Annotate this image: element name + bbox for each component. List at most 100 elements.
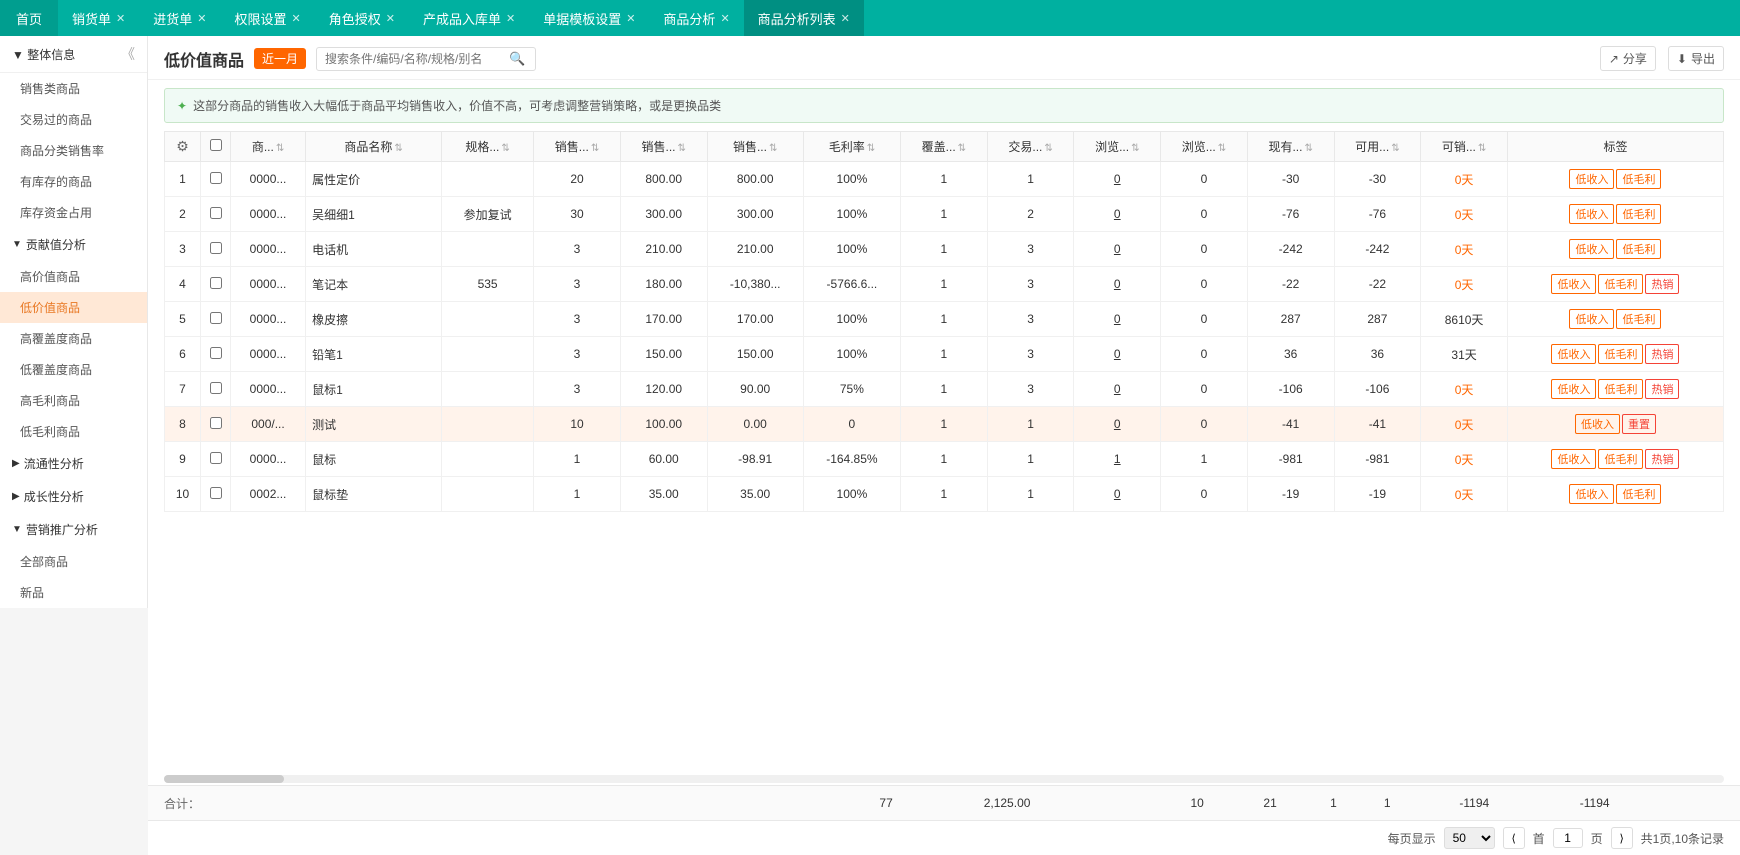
nav-close-icon[interactable]: ✕: [292, 12, 301, 25]
sidebar-item-high-coverage[interactable]: 高覆盖度商品: [0, 323, 147, 354]
nav-product-analysis-list[interactable]: 商品分析列表 ✕: [744, 0, 864, 36]
sidebar-item-new-products[interactable]: 新品: [0, 577, 147, 608]
sidebar-item-all-products[interactable]: 全部商品: [0, 546, 147, 577]
cell-coverage: 1: [901, 442, 988, 477]
select-all-checkbox[interactable]: [210, 139, 222, 151]
sidebar-collapse-btn[interactable]: 《: [121, 44, 135, 64]
footer-label: 合计：: [164, 795, 200, 812]
nav-product-analysis[interactable]: 商品分析 ✕: [649, 0, 743, 36]
per-page-label: 每页显示: [1388, 830, 1436, 847]
cell-tags: 低收入低毛利热销: [1507, 267, 1723, 302]
browse-link[interactable]: 0: [1114, 382, 1121, 396]
nav-close-icon[interactable]: ✕: [386, 12, 395, 25]
row-checkbox[interactable]: [210, 312, 222, 324]
page-input[interactable]: [1553, 828, 1583, 848]
period-badge[interactable]: 近一月: [254, 48, 306, 69]
row-checkbox[interactable]: [210, 452, 222, 464]
horizontal-scrollbar[interactable]: [164, 775, 1724, 783]
sidebar-item-high-value[interactable]: 高价值商品: [0, 261, 147, 292]
sidebar-group-growth-header[interactable]: ▶ 成长性分析: [0, 480, 147, 513]
row-checkbox[interactable]: [210, 382, 222, 394]
content-header-right: ↗ 分享 ⬇ 导出: [1600, 46, 1724, 71]
sidebar-item-stock-capital[interactable]: 库存资金占用: [0, 197, 147, 228]
cell-sale-price: 60.00: [620, 442, 707, 477]
nav-role-auth[interactable]: 角色授权 ✕: [315, 0, 409, 36]
nav-close-icon[interactable]: ✕: [506, 12, 515, 25]
next-page-button[interactable]: ⟩: [1611, 827, 1633, 849]
row-checkbox[interactable]: [210, 417, 222, 429]
nav-close-icon[interactable]: ✕: [116, 12, 125, 25]
cell-code: 0000...: [231, 197, 306, 232]
browse-link[interactable]: 0: [1114, 172, 1121, 186]
nav-item-label: 权限设置: [234, 9, 286, 28]
scrollbar-thumb[interactable]: [164, 775, 284, 783]
browse-link[interactable]: 0: [1114, 207, 1121, 221]
sidebar-item-sales-products[interactable]: 销售类商品: [0, 73, 147, 104]
nav-close-icon[interactable]: ✕: [626, 12, 635, 25]
nav-permission[interactable]: 权限设置 ✕: [220, 0, 314, 36]
cell-available: -981: [1334, 442, 1421, 477]
col-settings[interactable]: ⚙: [165, 132, 201, 162]
browse-link[interactable]: 0: [1114, 242, 1121, 256]
tag: 低毛利: [1616, 484, 1661, 504]
cell-current-stock: -19: [1247, 477, 1334, 512]
data-table: ⚙ 商...⇅ 商品名称⇅ 规格...⇅ 销售...⇅ 销售...⇅ 销售...…: [164, 131, 1724, 512]
first-page-button[interactable]: ⟨: [1503, 827, 1525, 849]
sidebar-item-low-profit[interactable]: 低毛利商品: [0, 416, 147, 447]
cell-sale-amount: -98.91: [707, 442, 803, 477]
sidebar-item-low-value[interactable]: 低价值商品: [0, 292, 147, 323]
row-checkbox[interactable]: [210, 487, 222, 499]
nav-close-icon[interactable]: ✕: [841, 12, 850, 25]
cell-sale-price: 100.00: [620, 407, 707, 442]
sidebar-item-high-profit[interactable]: 高毛利商品: [0, 385, 147, 416]
nav-close-icon[interactable]: ✕: [720, 12, 729, 25]
row-checkbox[interactable]: [210, 347, 222, 359]
settings-icon[interactable]: ⚙: [176, 138, 189, 154]
row-checkbox[interactable]: [210, 277, 222, 289]
cell-browse1: 0: [1074, 372, 1161, 407]
sidebar-group-circulation-header[interactable]: ▶ 流通性分析: [0, 447, 147, 480]
nav-template-settings[interactable]: 单据模板设置 ✕: [529, 0, 649, 36]
share-icon: ↗: [1609, 52, 1619, 66]
nav-sales-order[interactable]: 销货单 ✕: [58, 0, 139, 36]
cell-browse2: 0: [1161, 407, 1248, 442]
tag: 低收入: [1575, 414, 1620, 434]
info-text: 这部分商品的销售收入大幅低于商品平均销售收入，价值不高，可考虑调整营销策略，或是…: [193, 97, 721, 114]
sidebar-group-contribution-header[interactable]: ▼ 贡献值分析: [0, 228, 147, 261]
sidebar-item-low-coverage[interactable]: 低覆盖度商品: [0, 354, 147, 385]
cell-saleable: 31天: [1421, 337, 1508, 372]
share-button[interactable]: ↗ 分享: [1600, 46, 1656, 71]
sidebar-item-traded-products[interactable]: 交易过的商品: [0, 104, 147, 135]
export-button[interactable]: ⬇ 导出: [1668, 46, 1724, 71]
browse-link[interactable]: 0: [1114, 487, 1121, 501]
table-wrapper[interactable]: ⚙ 商...⇅ 商品名称⇅ 规格...⇅ 销售...⇅ 销售...⇅ 销售...…: [148, 131, 1740, 773]
sidebar-item-category-rate[interactable]: 商品分类销售率: [0, 135, 147, 166]
cell-current-stock: -22: [1247, 267, 1334, 302]
sidebar-group-contribution: ▼ 贡献值分析 高价值商品 低价值商品 高覆盖度商品 低覆盖度商品 高毛利商品 …: [0, 228, 147, 447]
cell-gross-rate: 100%: [803, 302, 900, 337]
browse-link[interactable]: 0: [1114, 312, 1121, 326]
browse-link[interactable]: 0: [1114, 417, 1121, 431]
search-input[interactable]: [325, 52, 505, 66]
per-page-select[interactable]: 50 100 200: [1444, 827, 1495, 849]
nav-purchase-order[interactable]: 进货单 ✕: [139, 0, 220, 36]
col-saleable: 可销...⇅: [1421, 132, 1508, 162]
nav-home[interactable]: 首页: [0, 0, 58, 36]
cell-name: 鼠标: [306, 442, 442, 477]
browse-link[interactable]: 0: [1114, 347, 1121, 361]
sidebar-group-marketing-header[interactable]: ▼ 营销推广分析: [0, 513, 147, 546]
row-checkbox[interactable]: [210, 242, 222, 254]
row-checkbox[interactable]: [210, 207, 222, 219]
row-checkbox[interactable]: [210, 172, 222, 184]
cell-tags: 低收入低毛利热销: [1507, 442, 1723, 477]
sidebar-item-stocked-products[interactable]: 有库存的商品: [0, 166, 147, 197]
cell-saleable: 0天: [1421, 477, 1508, 512]
cell-browse1: 0: [1074, 477, 1161, 512]
browse-link[interactable]: 0: [1114, 277, 1121, 291]
nav-product-warehousing[interactable]: 产成品入库单 ✕: [409, 0, 529, 36]
browse-link[interactable]: 1: [1114, 452, 1121, 466]
info-icon: ✦: [177, 99, 187, 113]
search-icon[interactable]: 🔍: [509, 51, 525, 67]
nav-close-icon[interactable]: ✕: [197, 12, 206, 25]
cell-gross-rate: 100%: [803, 232, 900, 267]
